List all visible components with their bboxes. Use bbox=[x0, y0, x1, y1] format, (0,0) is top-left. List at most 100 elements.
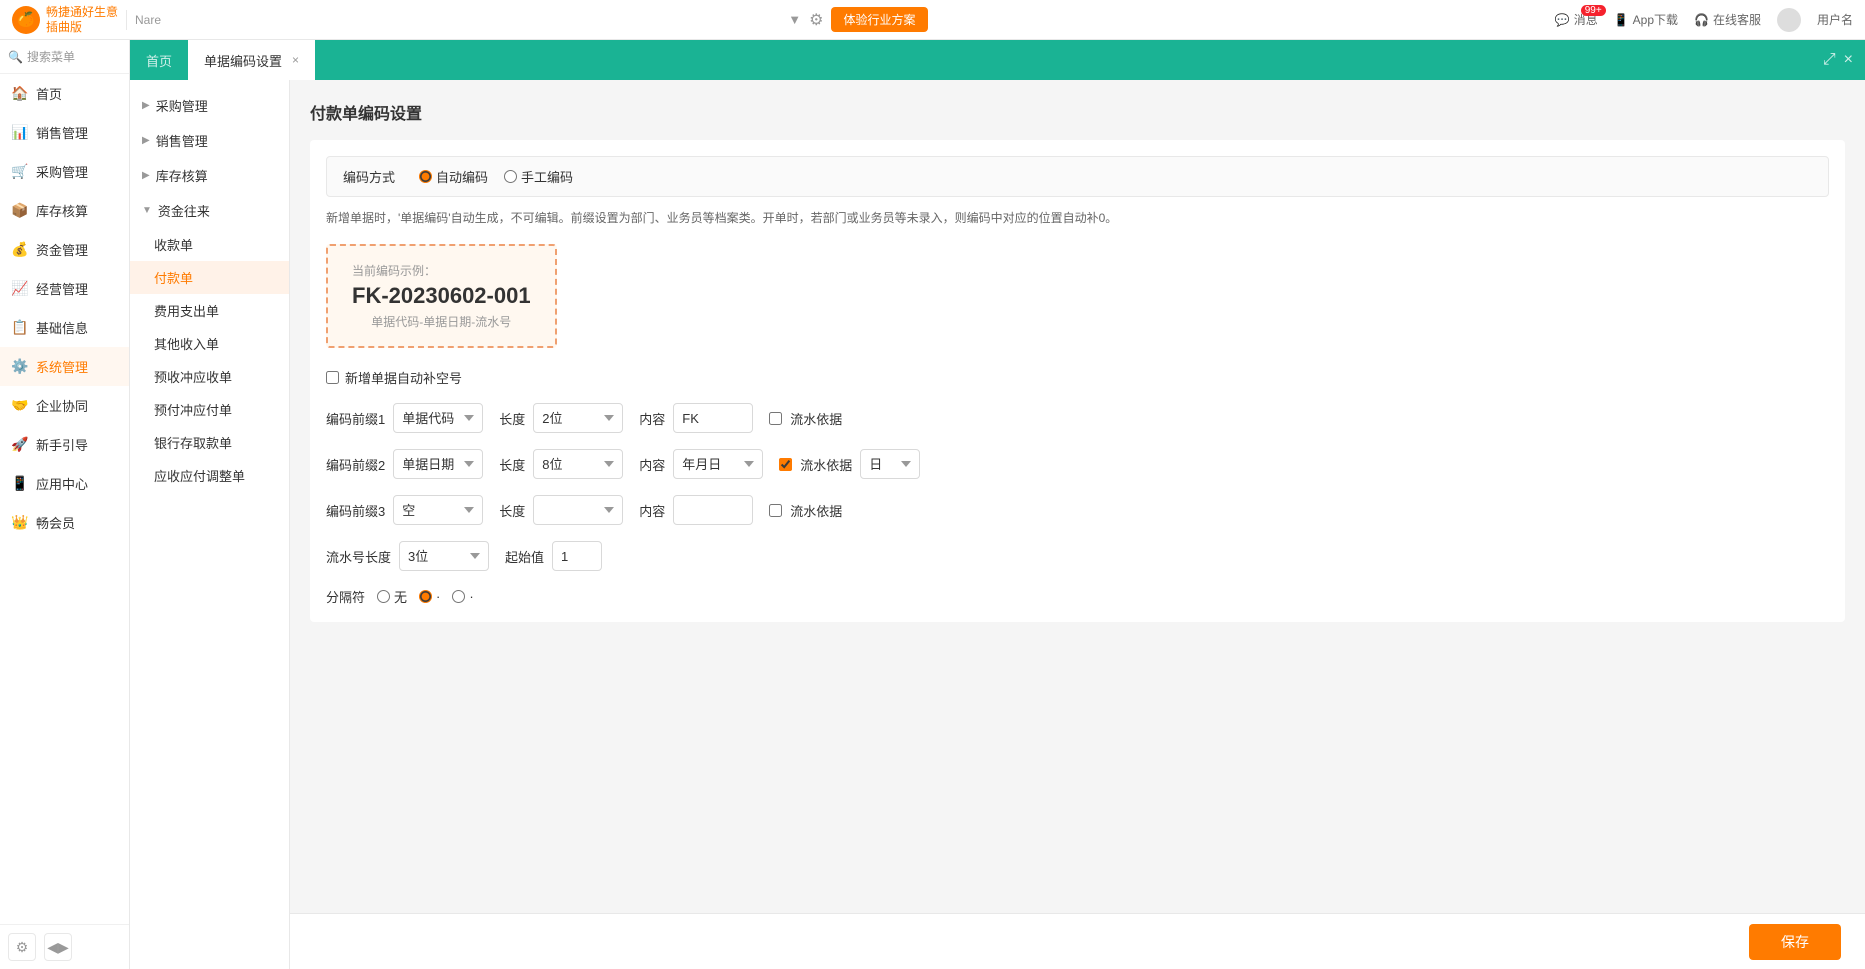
sidebar-item-home[interactable]: 🏠 首页 bbox=[0, 74, 129, 113]
sidebar-item-management[interactable]: 📈 经营管理 bbox=[0, 269, 129, 308]
left-nav-sales-label: 销售管理 bbox=[156, 131, 208, 150]
left-nav-purchase-group[interactable]: ▶ 采购管理 bbox=[130, 88, 289, 123]
sep-dash-option[interactable]: · bbox=[419, 589, 440, 604]
len1-select[interactable]: 2位 bbox=[533, 403, 623, 433]
sidebar-item-label: 基础信息 bbox=[36, 318, 88, 337]
serial3-checkbox[interactable] bbox=[769, 504, 782, 517]
serial3-item: 流水依据 bbox=[769, 501, 842, 520]
sidebar-search[interactable]: 🔍 搜索菜单 bbox=[0, 40, 129, 74]
sep-dash-radio[interactable] bbox=[419, 590, 432, 603]
prefix1-select[interactable]: 单据代码 bbox=[393, 403, 483, 433]
content2-select[interactable]: 年月日 bbox=[673, 449, 763, 479]
left-nav-item-adjust[interactable]: 应收应付调整单 bbox=[130, 459, 289, 492]
left-nav-item-pre-receipt[interactable]: 预收冲应收单 bbox=[130, 360, 289, 393]
sales-icon: 📊 bbox=[12, 125, 28, 141]
left-nav-item-bank[interactable]: 银行存取款单 bbox=[130, 426, 289, 459]
len3-item: 长度 bbox=[499, 495, 623, 525]
tab-close-icon[interactable]: × bbox=[292, 53, 299, 67]
sidebar-item-label: 销售管理 bbox=[36, 123, 88, 142]
content1-input[interactable] bbox=[673, 403, 753, 433]
serial1-checkbox[interactable] bbox=[769, 412, 782, 425]
auto-encode-option[interactable]: 自动编码 bbox=[419, 167, 488, 186]
tab-home[interactable]: 首页 bbox=[130, 40, 188, 80]
experience-button[interactable]: 体验行业方案 bbox=[831, 7, 927, 32]
serial-len-select[interactable]: 3位 bbox=[399, 541, 489, 571]
main-layout: 🔍 搜索菜单 🏠 首页 📊 销售管理 🛒 采购管理 📦 库存核算 💰 bbox=[0, 40, 1865, 969]
serial2-unit-select[interactable]: 日 bbox=[860, 449, 920, 479]
management-icon: 📈 bbox=[12, 281, 28, 297]
sidebar-item-label: 采购管理 bbox=[36, 162, 88, 181]
manual-encode-radio[interactable] bbox=[504, 170, 517, 183]
online-service-button[interactable]: 🎧 在线客服 bbox=[1694, 11, 1761, 28]
main-content: 付款单编码设置 编码方式 自动编码 bbox=[290, 80, 1865, 913]
topbar-left: 🍊 畅捷通好生意 插曲版 Nare bbox=[12, 5, 161, 34]
sep-dot-radio[interactable] bbox=[452, 590, 465, 603]
message-button[interactable]: 💬 消息 99+ bbox=[1555, 11, 1598, 28]
sidebar-item-purchase[interactable]: 🛒 采购管理 bbox=[0, 152, 129, 191]
left-nav-item-receipt[interactable]: 收款单 bbox=[130, 228, 289, 261]
username: 用户名 bbox=[1817, 11, 1853, 28]
left-nav-item-other-income[interactable]: 其他收入单 bbox=[130, 327, 289, 360]
sep-none-option[interactable]: 无 bbox=[377, 587, 407, 606]
tab-encoding[interactable]: 单据编码设置 × bbox=[188, 40, 315, 80]
left-nav-sales: ▶ 销售管理 bbox=[130, 123, 289, 158]
chevron-down-icon[interactable]: ▼ bbox=[788, 12, 801, 27]
prefix2-label: 编码前缀2 bbox=[326, 455, 385, 474]
left-nav-sales-group[interactable]: ▶ 销售管理 bbox=[130, 123, 289, 158]
serial2-checkbox[interactable] bbox=[779, 458, 792, 471]
config-row-3: 编码前缀3 空 长度 bbox=[326, 495, 1829, 525]
vip-icon: 👑 bbox=[12, 515, 28, 531]
left-nav-item-expense[interactable]: 费用支出单 bbox=[130, 294, 289, 327]
left-nav-funds-group[interactable]: ▼ 资金往来 bbox=[130, 193, 289, 228]
serial2-label: 流水依据 bbox=[800, 455, 852, 474]
start-val-input[interactable] bbox=[552, 541, 602, 571]
sidebar-item-sales[interactable]: 📊 销售管理 bbox=[0, 113, 129, 152]
sidebar-item-appcenter[interactable]: 📱 应用中心 bbox=[0, 464, 129, 503]
left-nav-inventory-label: 库存核算 bbox=[156, 166, 208, 185]
sep-dot-option[interactable]: · bbox=[452, 589, 473, 604]
config-row-serial: 流水号长度 3位 起始值 bbox=[326, 541, 1829, 571]
sep-row: 分隔符 无 · · bbox=[326, 587, 1829, 606]
sidebar-item-label: 新手引导 bbox=[36, 435, 88, 454]
sidebar-item-newguide[interactable]: 🚀 新手引导 bbox=[0, 425, 129, 464]
page-title: 付款单编码设置 bbox=[310, 100, 1845, 124]
service-icon: 🎧 bbox=[1694, 13, 1709, 27]
left-nav-purchase: ▶ 采购管理 bbox=[130, 88, 289, 123]
sep-none-radio[interactable] bbox=[377, 590, 390, 603]
tab-encoding-label: 单据编码设置 bbox=[204, 51, 282, 70]
content2-item: 内容 年月日 bbox=[639, 449, 763, 479]
right-panel: 首页 单据编码设置 × ⤢ × ▶ 采购管理 bbox=[130, 40, 1865, 969]
len3-select[interactable] bbox=[533, 495, 623, 525]
sidebar-item-label: 系统管理 bbox=[36, 357, 88, 376]
prefix3-select[interactable]: 空 bbox=[393, 495, 483, 525]
left-nav-inventory-group[interactable]: ▶ 库存核算 bbox=[130, 158, 289, 193]
app-download-button[interactable]: 📱 App下载 bbox=[1614, 11, 1678, 28]
avatar[interactable] bbox=[1777, 8, 1801, 32]
sidebar-item-vip[interactable]: 👑 畅会员 bbox=[0, 503, 129, 542]
settings-icon[interactable]: ⚙ bbox=[809, 10, 823, 30]
serial-len-item: 流水号长度 3位 bbox=[326, 541, 489, 571]
auto-encode-radio[interactable] bbox=[419, 170, 432, 183]
left-nav-item-payment[interactable]: 付款单 bbox=[130, 261, 289, 294]
tab-close-all-button[interactable]: × bbox=[1844, 51, 1853, 69]
hint-text: 新增单据时，'单据编码'自动生成，不可编辑。前缀设置为部门、业务员等档案类。开单… bbox=[326, 209, 1829, 228]
sidebar-item-basicinfo[interactable]: 📋 基础信息 bbox=[0, 308, 129, 347]
sidebar-item-label: 首页 bbox=[36, 84, 62, 103]
content3-input[interactable] bbox=[673, 495, 753, 525]
appcenter-icon: 📱 bbox=[12, 476, 28, 492]
prefix2-select[interactable]: 单据日期 bbox=[393, 449, 483, 479]
sidebar-item-label: 应用中心 bbox=[36, 474, 88, 493]
tab-maximize-button[interactable]: ⤢ bbox=[1823, 51, 1836, 69]
left-nav-item-pre-payment[interactable]: 预付冲应付单 bbox=[130, 393, 289, 426]
len2-select[interactable]: 8位 bbox=[533, 449, 623, 479]
manual-encode-option[interactable]: 手工编码 bbox=[504, 167, 573, 186]
sidebar-settings-button[interactable]: ⚙ bbox=[8, 933, 36, 961]
sidebar-item-inventory[interactable]: 📦 库存核算 bbox=[0, 191, 129, 230]
save-button[interactable]: 保存 bbox=[1749, 924, 1841, 960]
auto-fill-checkbox[interactable] bbox=[326, 371, 339, 384]
sidebar-collapse-button[interactable]: ◀▶ bbox=[44, 933, 72, 961]
sidebar-bottom: ⚙ ◀▶ bbox=[0, 924, 129, 969]
sidebar-item-enterprise[interactable]: 🤝 企业协同 bbox=[0, 386, 129, 425]
sidebar-item-finance[interactable]: 💰 资金管理 bbox=[0, 230, 129, 269]
sidebar-item-system[interactable]: ⚙️ 系统管理 bbox=[0, 347, 129, 386]
